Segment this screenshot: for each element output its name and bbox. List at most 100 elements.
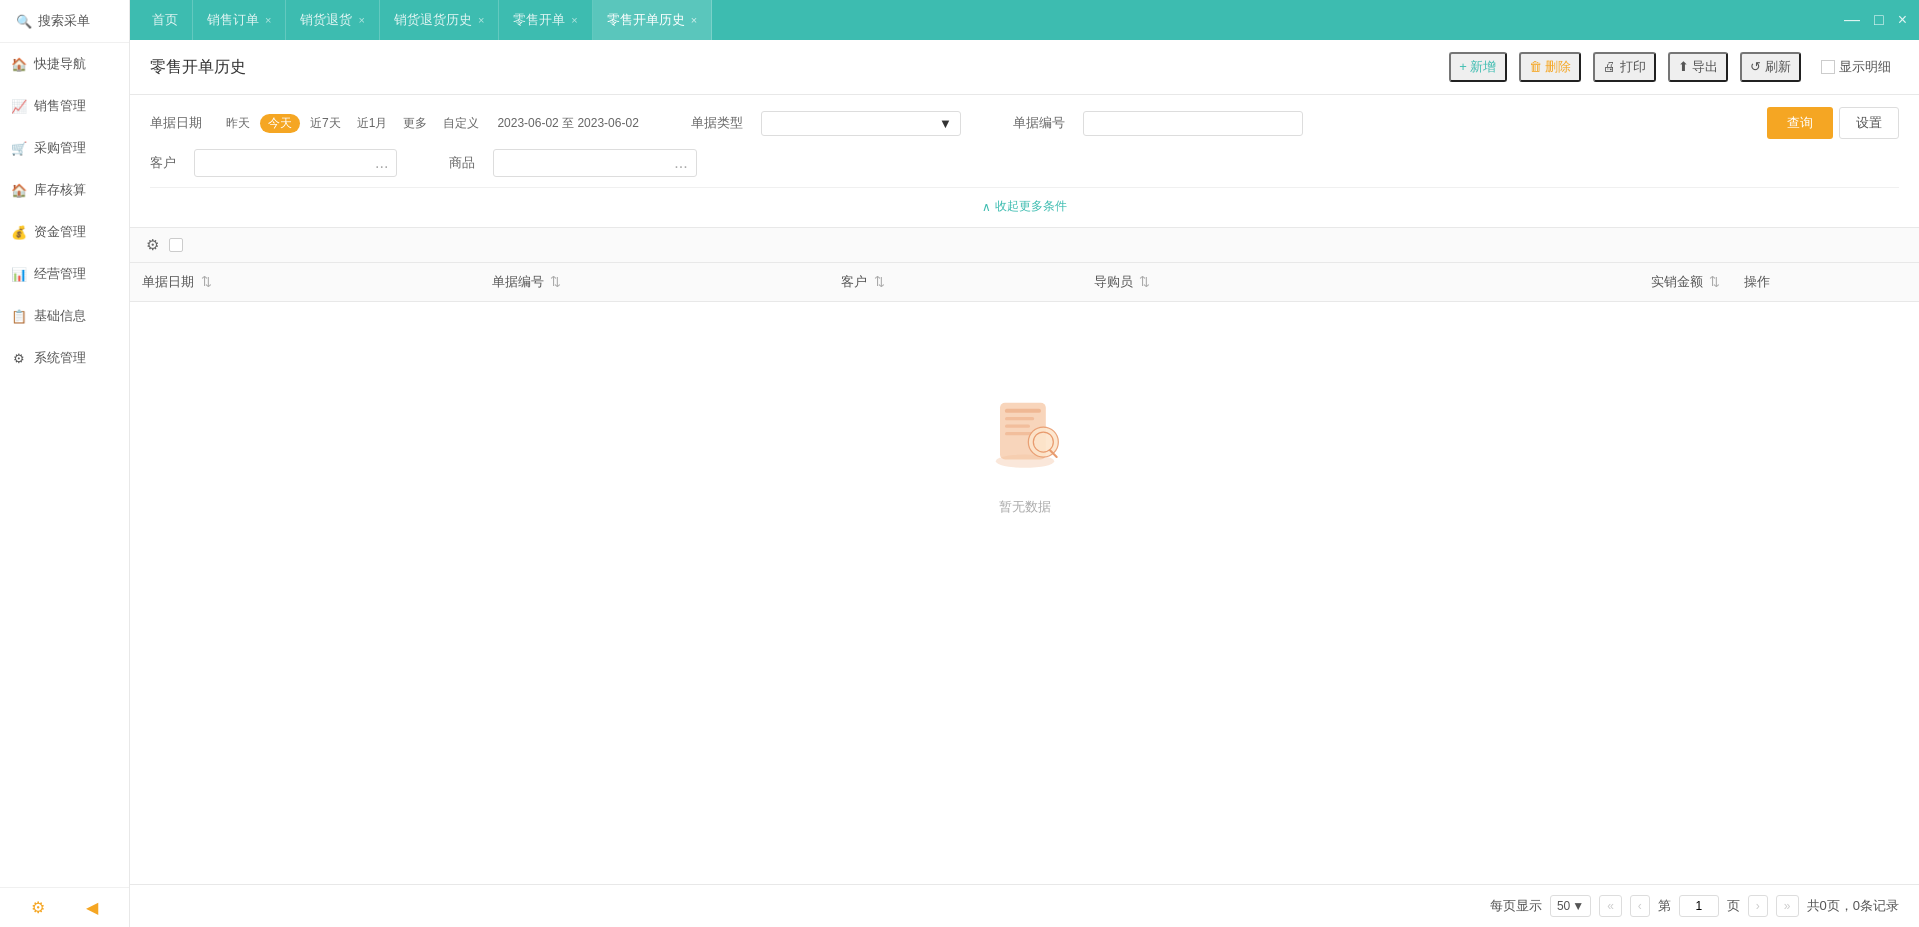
- sidebar-item-finance[interactable]: 💰 资金管理: [0, 211, 129, 253]
- query-button[interactable]: 查询: [1767, 107, 1833, 139]
- tab-bar-right: — □ ×: [1840, 7, 1911, 33]
- sidebar-item-quick-nav[interactable]: 🏠 快捷导航: [0, 43, 129, 85]
- sort-salesperson-icon: ⇅: [1139, 274, 1150, 289]
- col-customer[interactable]: 客户 ⇅: [829, 263, 1082, 302]
- goods-input[interactable]: ...: [493, 149, 696, 177]
- col-amount[interactable]: 实销金额 ⇅: [1383, 263, 1733, 302]
- tab-home[interactable]: 首页: [138, 0, 193, 40]
- tab-close-retail-open[interactable]: ×: [571, 14, 577, 26]
- sidebar-item-purchase-mgmt[interactable]: 🛒 采购管理: [0, 127, 129, 169]
- tab-close-sales-order[interactable]: ×: [265, 14, 271, 26]
- sidebar-item-label: 资金管理: [34, 223, 86, 241]
- customer-input[interactable]: ...: [194, 149, 397, 177]
- date-options: 昨天 今天 近7天 近1月 更多 自定义: [220, 113, 485, 134]
- tab-sales-order[interactable]: 销售订单 ×: [193, 0, 286, 40]
- tab-close-sales-return-history[interactable]: ×: [478, 14, 484, 26]
- customer-label: 客户: [150, 154, 176, 172]
- sort-date-icon: ⇅: [201, 274, 212, 289]
- header-actions: + 新增 🗑 删除 🖨 打印 ⬆ 导出 ↺ 刷新 显示明细: [1449, 52, 1899, 82]
- doc-number-input[interactable]: [1083, 111, 1303, 136]
- export-button[interactable]: ⬆ 导出: [1668, 52, 1729, 82]
- date-option-yesterday[interactable]: 昨天: [220, 113, 256, 134]
- collapse-filter-btn[interactable]: ∧ 收起更多条件: [974, 194, 1075, 219]
- tab-close-retail-open-history[interactable]: ×: [691, 14, 697, 26]
- sort-number-icon: ⇅: [550, 274, 561, 289]
- sidebar-search[interactable]: 🔍 搜索采单: [0, 0, 129, 43]
- table-toolbar: ⚙: [130, 228, 1919, 263]
- empty-icon: [975, 382, 1075, 482]
- refresh-button[interactable]: ↺ 刷新: [1740, 52, 1801, 82]
- date-option-more[interactable]: 更多: [397, 113, 433, 134]
- col-action: 操作: [1732, 263, 1919, 302]
- goods-field[interactable]: [502, 156, 670, 171]
- first-page-btn[interactable]: «: [1599, 895, 1622, 917]
- doc-type-select[interactable]: ▼: [761, 111, 961, 136]
- tab-retail-open[interactable]: 零售开单 ×: [499, 0, 592, 40]
- system-icon: ⚙: [10, 349, 28, 367]
- sidebar-item-basic-info[interactable]: 📋 基础信息: [0, 295, 129, 337]
- sidebar-item-inventory[interactable]: 🏠 库存核算: [0, 169, 129, 211]
- customer-field[interactable]: [203, 156, 371, 171]
- home-icon: 🏠: [10, 55, 28, 73]
- date-option-last1m[interactable]: 近1月: [351, 113, 394, 134]
- sidebar-item-label: 采购管理: [34, 139, 86, 157]
- delete-button[interactable]: 🗑 删除: [1519, 52, 1582, 82]
- filter-query-actions: 查询 设置: [1767, 107, 1899, 139]
- tab-retail-open-history[interactable]: 零售开单历史 ×: [593, 0, 712, 40]
- date-option-last7[interactable]: 近7天: [304, 113, 347, 134]
- chevron-up-icon: ∧: [982, 200, 991, 214]
- chevron-down-icon: ▼: [939, 116, 952, 131]
- print-button[interactable]: 🖨 打印: [1593, 52, 1656, 82]
- customer-picker-icon[interactable]: ...: [375, 154, 388, 172]
- sales-icon: 📈: [10, 97, 28, 115]
- sort-customer-icon: ⇅: [874, 274, 885, 289]
- doc-type-label: 单据类型: [691, 114, 743, 132]
- next-page-btn[interactable]: ›: [1748, 895, 1768, 917]
- date-option-today[interactable]: 今天: [260, 114, 300, 133]
- collapse-sidebar-icon[interactable]: ◀: [86, 898, 98, 917]
- date-range-display: 2023-06-02 至 2023-06-02: [497, 115, 638, 132]
- svg-rect-3: [1005, 417, 1034, 420]
- page-number-input[interactable]: [1679, 895, 1719, 917]
- select-all-checkbox[interactable]: [169, 238, 183, 252]
- tab-sales-return[interactable]: 销货退货 ×: [286, 0, 379, 40]
- new-button[interactable]: + 新增: [1449, 52, 1506, 82]
- sidebar-item-system[interactable]: ⚙ 系统管理: [0, 337, 129, 379]
- page-size-select[interactable]: 50 ▼: [1550, 895, 1591, 917]
- table-container: ⚙ 单据日期 ⇅ 单据编号 ⇅ 客户: [130, 228, 1919, 927]
- page-size-value: 50: [1557, 899, 1570, 913]
- sidebar-item-label: 基础信息: [34, 307, 86, 325]
- date-option-custom[interactable]: 自定义: [437, 113, 485, 134]
- goods-label: 商品: [449, 154, 475, 172]
- page-size-chevron: ▼: [1572, 899, 1584, 913]
- sidebar-item-sales-mgmt[interactable]: 📈 销售管理: [0, 85, 129, 127]
- data-table: 单据日期 ⇅ 单据编号 ⇅ 客户 ⇅ 导购员 ⇅: [130, 263, 1919, 302]
- filter-row-1: 单据日期 昨天 今天 近7天 近1月 更多 自定义 2023-06-02 至 2…: [150, 107, 1899, 139]
- inventory-icon: 🏠: [10, 181, 28, 199]
- goods-picker-icon[interactable]: ...: [674, 154, 687, 172]
- display-detail-btn[interactable]: 显示明细: [1813, 54, 1899, 80]
- prev-page-btn[interactable]: ‹: [1630, 895, 1650, 917]
- filter-row-2: 客户 ... 商品 ...: [150, 149, 1899, 177]
- setting-button[interactable]: 设置: [1839, 107, 1899, 139]
- tab-sales-return-history[interactable]: 销货退货历史 ×: [380, 0, 499, 40]
- doc-number-field[interactable]: [1092, 116, 1294, 131]
- sidebar-item-label: 销售管理: [34, 97, 86, 115]
- close-window-btn[interactable]: ×: [1894, 7, 1911, 33]
- sidebar-item-operations[interactable]: 📊 经营管理: [0, 253, 129, 295]
- col-date[interactable]: 单据日期 ⇅: [130, 263, 480, 302]
- maximize-btn[interactable]: □: [1870, 7, 1888, 33]
- display-checkbox[interactable]: [1821, 60, 1835, 74]
- col-salesperson[interactable]: 导购员 ⇅: [1082, 263, 1383, 302]
- col-number[interactable]: 单据编号 ⇅: [480, 263, 830, 302]
- settings-bottom-icon[interactable]: ⚙: [31, 898, 45, 917]
- purchase-icon: 🛒: [10, 139, 28, 157]
- tab-close-sales-return[interactable]: ×: [358, 14, 364, 26]
- minimize-btn[interactable]: —: [1840, 7, 1864, 33]
- pagination: 每页显示 50 ▼ « ‹ 第 页 › » 共0页，0条记录: [130, 884, 1919, 927]
- doc-number-label: 单据编号: [1013, 114, 1065, 132]
- column-settings-icon[interactable]: ⚙: [146, 236, 159, 254]
- date-label: 单据日期: [150, 114, 202, 132]
- sort-amount-icon: ⇅: [1709, 274, 1720, 289]
- last-page-btn[interactable]: »: [1776, 895, 1799, 917]
